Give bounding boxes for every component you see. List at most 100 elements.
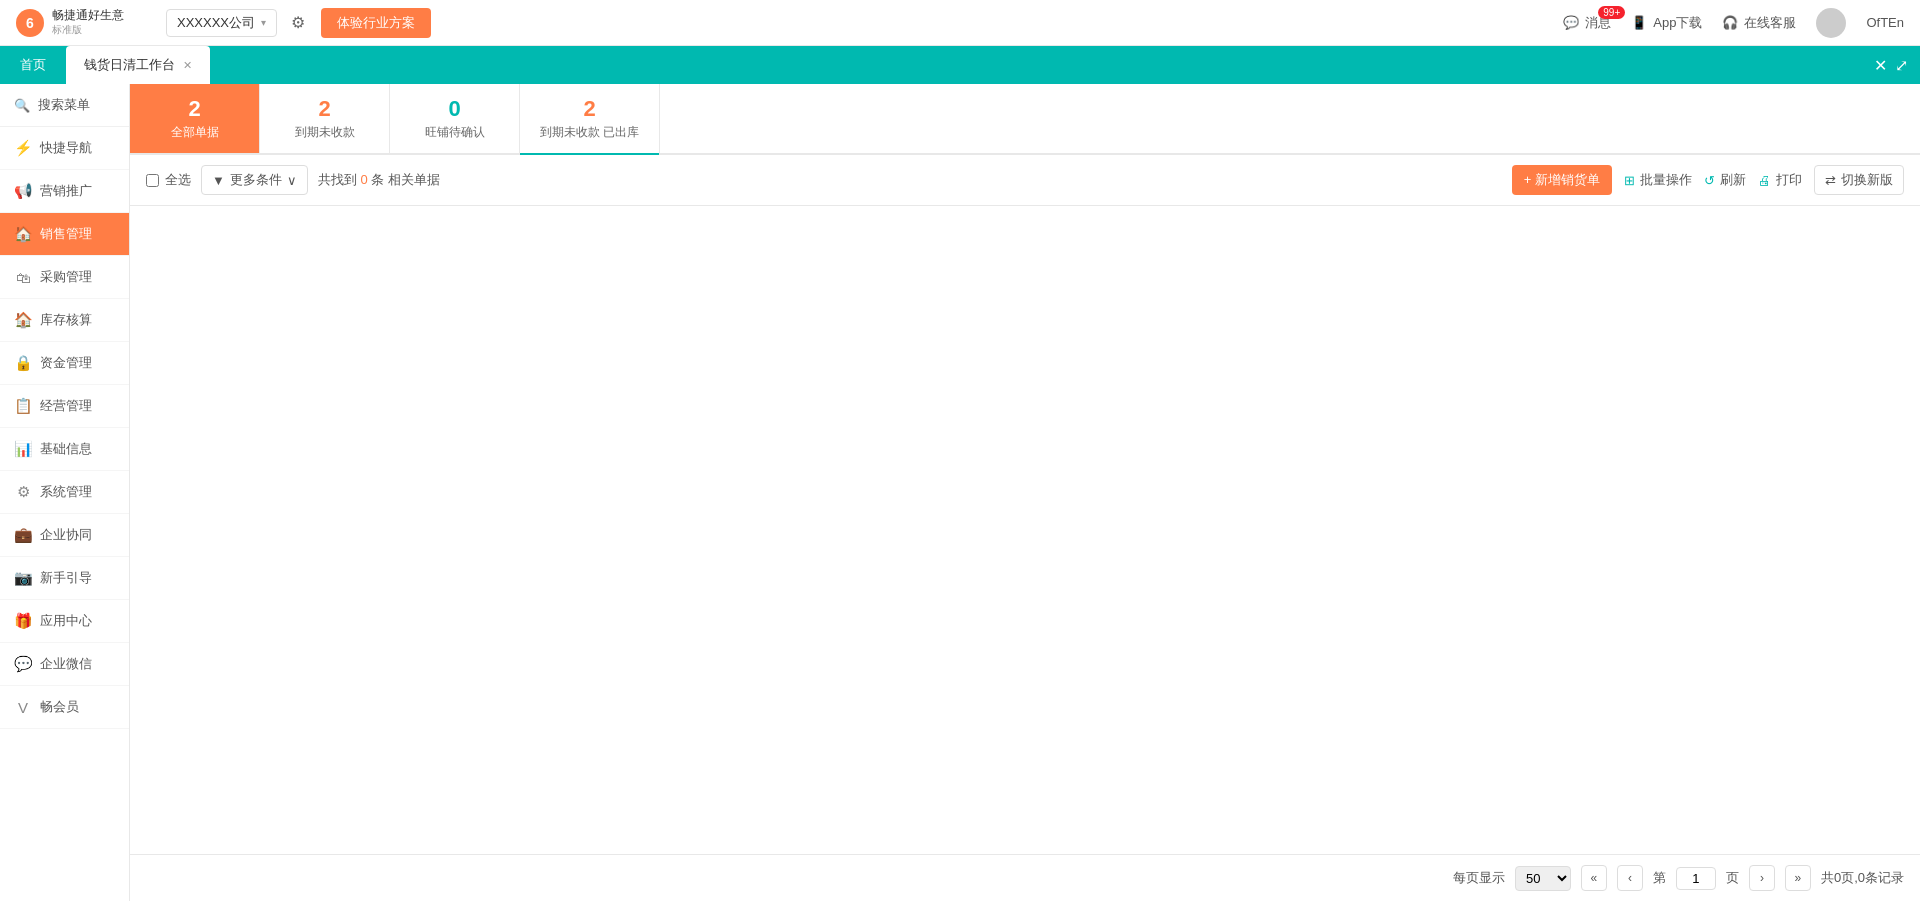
logo-area: 6 畅捷通好生意 标准版 — [16, 8, 146, 38]
print-action[interactable]: 🖨 打印 — [1758, 171, 1802, 189]
sidebar-item-enterprise[interactable]: 💼 企业协同 — [0, 514, 129, 557]
avatar-img — [1816, 8, 1846, 38]
sidebar-item-label: 企业微信 — [40, 655, 92, 673]
enterprise-wx-icon: 💬 — [14, 655, 32, 673]
switch-version-button[interactable]: ⇄ 切换新版 — [1814, 165, 1904, 195]
message-action[interactable]: 💬 消息 99+ — [1563, 14, 1611, 32]
company-name: XXXXXX公司 — [177, 14, 255, 32]
sidebar-item-operation[interactable]: 📋 经营管理 — [0, 385, 129, 428]
select-all-checkbox[interactable]: 全选 — [146, 171, 191, 189]
sidebar-search-label: 搜索菜单 — [38, 96, 90, 114]
operation-icon: 📋 — [14, 397, 32, 415]
sidebar-item-quick-nav[interactable]: ⚡ 快捷导航 — [0, 127, 129, 170]
filter-chevron-icon: ∨ — [287, 173, 297, 188]
stats-tab-outbound[interactable]: 2 到期未收款 已出库 — [520, 84, 660, 153]
app-center-icon: 🎁 — [14, 612, 32, 630]
prev-page-button[interactable]: ‹ — [1617, 865, 1643, 891]
sidebar-search[interactable]: 🔍 搜索菜单 — [0, 84, 129, 127]
sidebar-item-member[interactable]: V 畅会员 — [0, 686, 129, 729]
select-all-label: 全选 — [165, 171, 191, 189]
sidebar-item-label: 快捷导航 — [40, 139, 92, 157]
username-area: OfTEn — [1866, 15, 1904, 30]
sidebar-item-sales[interactable]: 🏠 销售管理 — [0, 213, 129, 256]
app-download-action[interactable]: 📱 App下载 — [1631, 14, 1702, 32]
sidebar-item-inventory[interactable]: 🏠 库存核算 — [0, 299, 129, 342]
tab-expand-button[interactable]: ⤢ — [1895, 56, 1908, 75]
select-all-input[interactable] — [146, 174, 159, 187]
toolbar-right: + 新增销货单 ⊞ 批量操作 ↺ 刷新 🖨 打印 ⇄ 切换新版 — [1512, 165, 1904, 195]
sidebar-item-purchase[interactable]: 🛍 采购管理 — [0, 256, 129, 299]
sidebar-item-finance[interactable]: 🔒 资金管理 — [0, 342, 129, 385]
logo-icon: 6 — [16, 9, 44, 37]
sidebar-item-label: 库存核算 — [40, 311, 92, 329]
sales-icon: 🏠 — [14, 225, 32, 243]
stats-label-pending: 旺铺待确认 — [410, 124, 499, 141]
switch-icon: ⇄ — [1825, 173, 1836, 188]
stats-tab-pending[interactable]: 0 旺铺待确认 — [390, 84, 520, 153]
logo-name: 畅捷通好生意 — [52, 8, 124, 24]
sidebar-item-label: 资金管理 — [40, 354, 92, 372]
page-number-input[interactable] — [1676, 867, 1716, 890]
first-page-button[interactable]: « — [1581, 865, 1607, 891]
inventory-icon: 🏠 — [14, 311, 32, 329]
sidebar-item-marketing[interactable]: 📢 营销推广 — [0, 170, 129, 213]
avatar[interactable] — [1816, 8, 1846, 38]
sidebar-item-label: 企业协同 — [40, 526, 92, 544]
refresh-action[interactable]: ↺ 刷新 — [1704, 171, 1746, 189]
tab-minimize-button[interactable]: ✕ — [1874, 56, 1887, 75]
next-page-button[interactable]: › — [1749, 865, 1775, 891]
sidebar-item-label: 应用中心 — [40, 612, 92, 630]
sidebar-item-basic-info[interactable]: 📊 基础信息 — [0, 428, 129, 471]
per-page-select[interactable]: 50 100 200 — [1515, 866, 1571, 891]
filter-button[interactable]: ▼ 更多条件 ∨ — [201, 165, 308, 195]
stats-num-outbound: 2 — [540, 96, 639, 122]
sidebar-item-label: 系统管理 — [40, 483, 92, 501]
company-selector[interactable]: XXXXXX公司 ▾ — [166, 9, 277, 37]
batch-icon: ⊞ — [1624, 173, 1635, 188]
stats-label-all: 全部单据 — [150, 124, 239, 141]
tab-home[interactable]: 首页 — [0, 46, 66, 84]
logo-sub: 标准版 — [52, 23, 124, 37]
pagination-bar: 每页显示 50 100 200 « ‹ 第 页 › » 共0页,0条记录 — [130, 854, 1920, 901]
tab-work-label: 钱货日清工作台 — [84, 56, 175, 74]
per-page-label: 每页显示 — [1453, 869, 1505, 887]
online-service-action[interactable]: 🎧 在线客服 — [1722, 14, 1796, 32]
tab-work[interactable]: 钱货日清工作台 ✕ — [66, 46, 210, 84]
system-icon: ⚙ — [14, 483, 32, 501]
stats-label-outbound: 到期未收款 已出库 — [540, 124, 639, 141]
switch-label: 切换新版 — [1841, 171, 1893, 189]
sidebar-item-enterprise-wx[interactable]: 💬 企业微信 — [0, 643, 129, 686]
stats-tab-overdue[interactable]: 2 到期未收款 — [260, 84, 390, 153]
sidebar-item-label: 销售管理 — [40, 225, 92, 243]
batch-action[interactable]: ⊞ 批量操作 — [1624, 171, 1692, 189]
stats-num-overdue: 2 — [280, 96, 369, 122]
message-badge: 99+ — [1598, 6, 1625, 19]
sidebar: 🔍 搜索菜单 ⚡ 快捷导航 📢 营销推广 🏠 销售管理 🛍 采购管理 🏠 库存核… — [0, 84, 130, 901]
stats-tab-all[interactable]: 2 全部单据 — [130, 84, 260, 153]
found-count: 共找到 0 条 相关单据 — [318, 171, 440, 189]
finance-icon: 🔒 — [14, 354, 32, 372]
add-sales-button[interactable]: + 新增销货单 — [1512, 165, 1612, 195]
tab-close-icon[interactable]: ✕ — [183, 59, 192, 72]
stats-label-overdue: 到期未收款 — [280, 124, 369, 141]
sidebar-item-app-center[interactable]: 🎁 应用中心 — [0, 600, 129, 643]
found-num: 0 — [361, 172, 368, 187]
print-icon: 🖨 — [1758, 173, 1771, 188]
sidebar-item-label: 基础信息 — [40, 440, 92, 458]
tab-bar: 首页 钱货日清工作台 ✕ ✕ ⤢ — [0, 46, 1920, 84]
app-download-icon: 📱 — [1631, 15, 1647, 30]
guide-icon: 📷 — [14, 569, 32, 587]
content-area: 2 全部单据 2 到期未收款 0 旺铺待确认 2 到期未收款 已出库 全选 — [130, 84, 1920, 901]
list-area — [130, 206, 1920, 854]
sidebar-item-guide[interactable]: 📷 新手引导 — [0, 557, 129, 600]
last-page-button[interactable]: » — [1785, 865, 1811, 891]
online-service-icon: 🎧 — [1722, 15, 1738, 30]
trial-button[interactable]: 体验行业方案 — [321, 8, 431, 38]
stats-tabs: 2 全部单据 2 到期未收款 0 旺铺待确认 2 到期未收款 已出库 — [130, 84, 1920, 155]
chevron-down-icon: ▾ — [261, 17, 266, 28]
search-icon: 🔍 — [14, 98, 30, 113]
sidebar-item-label: 畅会员 — [40, 698, 79, 716]
sidebar-item-system[interactable]: ⚙ 系统管理 — [0, 471, 129, 514]
batch-label: 批量操作 — [1640, 171, 1692, 189]
settings-icon[interactable]: ⚙ — [287, 9, 309, 36]
